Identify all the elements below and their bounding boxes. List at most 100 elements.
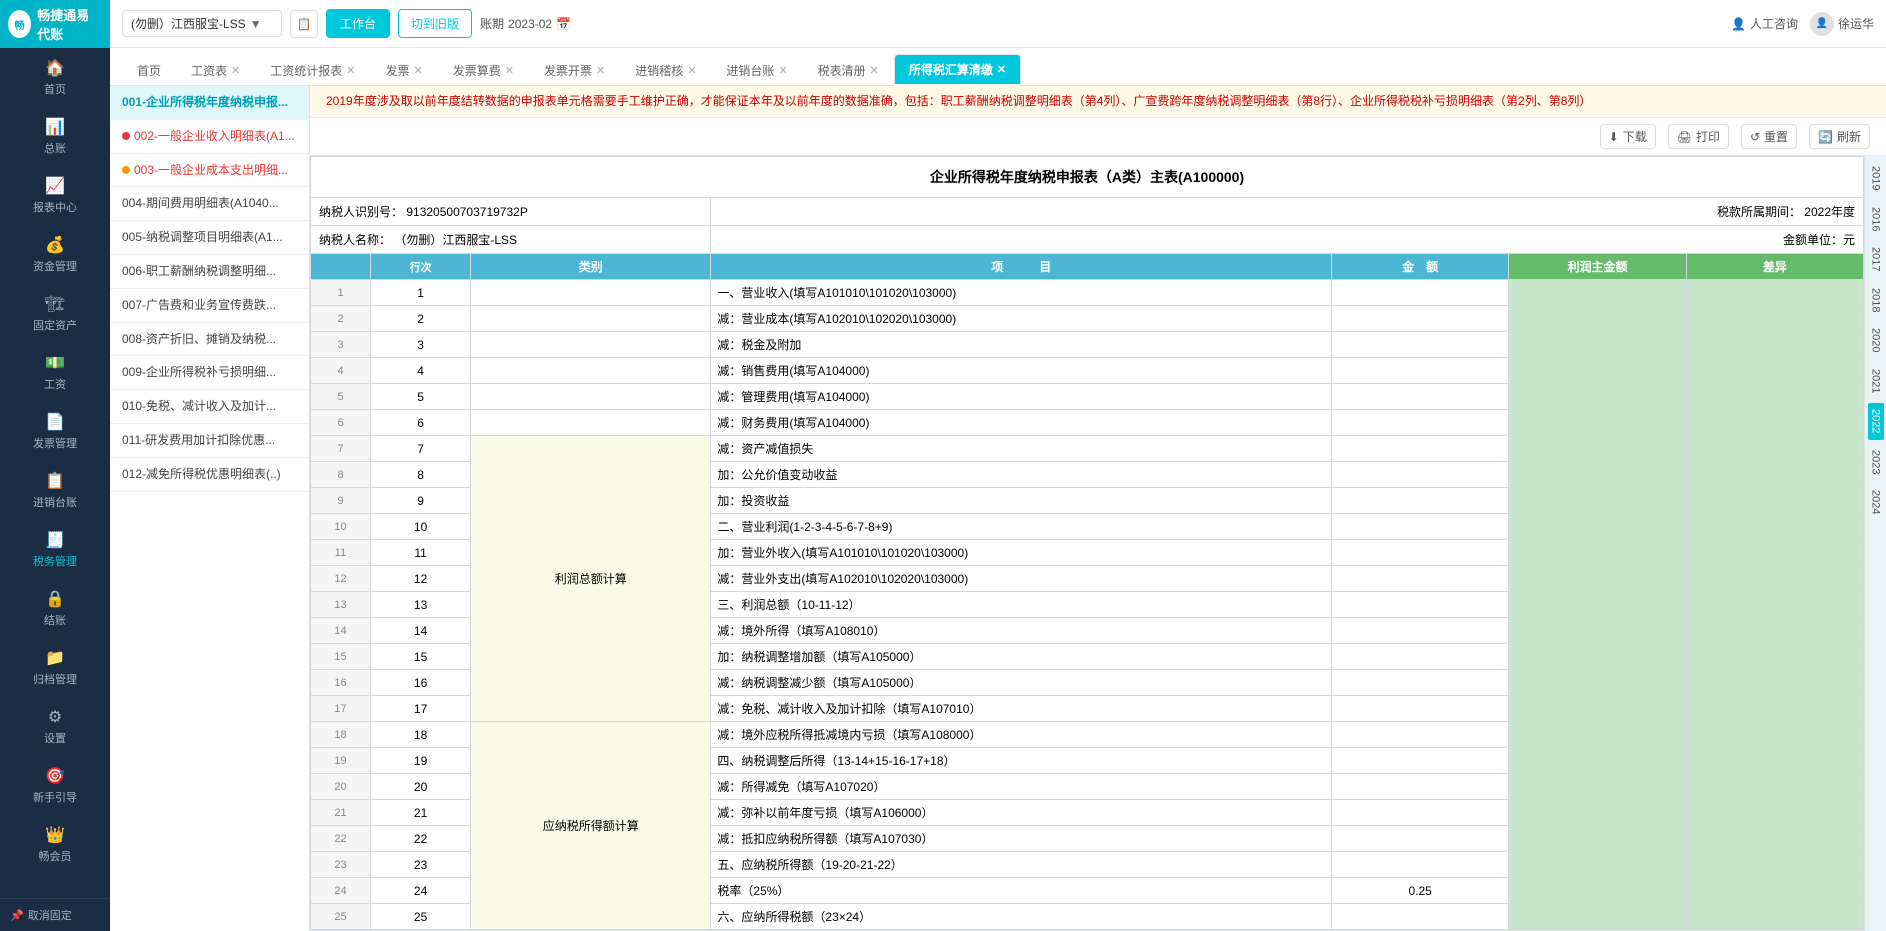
tab-close-icon[interactable]: ✕: [870, 64, 879, 77]
tab-所得税汇算清缴[interactable]: 所得税汇算清缴 ✕: [894, 54, 1021, 86]
tab-close-icon[interactable]: ✕: [505, 64, 514, 77]
sidebar-item-unpin[interactable]: 📌 取消固定: [0, 899, 110, 931]
amount-2[interactable]: [1332, 306, 1509, 332]
sidebar-item-home[interactable]: 🏠 首页: [0, 48, 110, 107]
amount-19[interactable]: [1332, 748, 1509, 774]
company-selector[interactable]: (勿删）江西服宝-LSS ▼: [122, 10, 282, 37]
amount-4[interactable]: [1332, 358, 1509, 384]
amount-11[interactable]: [1332, 540, 1509, 566]
sidebar-item-archive[interactable]: 📁 归档管理: [0, 638, 110, 697]
seq-23: 23: [371, 852, 471, 878]
reset-button[interactable]: ↺ 重置: [1741, 124, 1797, 149]
left-panel-item-008[interactable]: 008-资产折旧、摊销及纳税...: [110, 323, 309, 357]
tab-发票开票[interactable]: 发票开票 ✕: [529, 55, 620, 85]
sidebar-item-member[interactable]: 👑 畅会员: [0, 815, 110, 874]
year-btn-2017[interactable]: 2017: [1868, 241, 1884, 277]
year-btn-2021[interactable]: 2021: [1868, 363, 1884, 399]
sidebar-item-closing[interactable]: 🔒 结账: [0, 579, 110, 638]
tab-税表清册[interactable]: 税表清册 ✕: [803, 55, 894, 85]
left-panel-item-005[interactable]: 005-纳税调整项目明细表(A1...: [110, 221, 309, 255]
amount-8[interactable]: [1332, 462, 1509, 488]
amount-24[interactable]: 0.25: [1332, 878, 1509, 904]
amount-22[interactable]: [1332, 826, 1509, 852]
support-area[interactable]: 👤 人工咨询: [1731, 15, 1798, 32]
sidebar-item-salary[interactable]: 💵 工资: [0, 343, 110, 402]
user-name: 徐运华: [1838, 15, 1874, 32]
tab-发票算费[interactable]: 发票算费 ✕: [438, 55, 529, 85]
amount-20[interactable]: [1332, 774, 1509, 800]
salary-icon: 💵: [45, 353, 65, 373]
left-panel-item-012[interactable]: 012-减免所得税优惠明细表(..): [110, 458, 309, 492]
user-area[interactable]: 👤 徐运华: [1810, 12, 1874, 36]
amount-18[interactable]: [1332, 722, 1509, 748]
workbench-button[interactable]: 工作台: [326, 9, 390, 38]
sidebar-item-tax[interactable]: 🧾 税务管理: [0, 520, 110, 579]
amount-9[interactable]: [1332, 488, 1509, 514]
print-button[interactable]: 🖨 打印: [1668, 124, 1729, 149]
table-row: 55减：管理费用(填写A104000): [311, 384, 1864, 410]
item-2: 减：营业成本(填写A102010\102020\103000): [711, 306, 1332, 332]
amount-5[interactable]: [1332, 384, 1509, 410]
old-version-button[interactable]: 切到旧版: [398, 9, 472, 38]
tab-close-icon[interactable]: ✕: [687, 64, 696, 77]
amount-3[interactable]: [1332, 332, 1509, 358]
sidebar-item-asset[interactable]: 🏗 固定资产: [0, 284, 110, 343]
amount-14[interactable]: [1332, 618, 1509, 644]
tab-工资表[interactable]: 工资表 ✕: [176, 55, 255, 85]
sidebar-item-capital[interactable]: 💰 资金管理: [0, 225, 110, 284]
year-btn-2018[interactable]: 2018: [1868, 282, 1884, 318]
item-19: 四、纳税调整后所得（13-14+15-16-17+18）: [711, 748, 1332, 774]
tab-发票[interactable]: 发票 ✕: [370, 55, 437, 85]
sidebar-label-tax: 税务管理: [33, 553, 77, 569]
amount-13[interactable]: [1332, 592, 1509, 618]
left-panel-item-010[interactable]: 010-免税、减计收入及加计...: [110, 390, 309, 424]
member-icon: 👑: [45, 825, 65, 845]
tab-首页[interactable]: 首页: [122, 55, 176, 85]
sidebar-item-invoice[interactable]: 📄 发票管理: [0, 402, 110, 461]
year-btn-2016[interactable]: 2016: [1868, 201, 1884, 237]
year-btn-2023[interactable]: 2023: [1868, 444, 1884, 480]
left-panel-item-003[interactable]: 003-一般企业成本支出明细...: [110, 154, 309, 188]
left-panel-item-001[interactable]: 001-企业所得税年度纳税申报...: [110, 86, 309, 120]
tab-进销台账[interactable]: 进销台账 ✕: [711, 55, 802, 85]
refresh-label: 刷新: [1837, 128, 1861, 145]
amount-6[interactable]: [1332, 410, 1509, 436]
archive-icon: 📁: [45, 648, 65, 668]
amount-1[interactable]: [1332, 280, 1509, 306]
tab-工资统计报表[interactable]: 工资统计报表 ✕: [255, 55, 370, 85]
left-panel-item-007[interactable]: 007-广告费和业务宣传费跌...: [110, 289, 309, 323]
left-panel-item-002[interactable]: 002-一般企业收入明细表(A1...: [110, 120, 309, 154]
amount-23[interactable]: [1332, 852, 1509, 878]
amount-7[interactable]: [1332, 436, 1509, 462]
amount-25[interactable]: [1332, 904, 1509, 930]
tab-close-icon[interactable]: ✕: [997, 63, 1006, 76]
tab-close-icon[interactable]: ✕: [778, 64, 787, 77]
left-panel-item-011[interactable]: 011-研发费用加计扣除优惠...: [110, 424, 309, 458]
left-panel-item-009[interactable]: 009-企业所得税补亏损明细...: [110, 356, 309, 390]
refresh-button[interactable]: 🔄 刷新: [1809, 124, 1870, 149]
left-panel-item-006[interactable]: 006-职工薪酬纳税调整明细...: [110, 255, 309, 289]
amount-12[interactable]: [1332, 566, 1509, 592]
tab-close-icon[interactable]: ✕: [231, 64, 240, 77]
sidebar-item-ledger[interactable]: 📊 总账: [0, 107, 110, 166]
tab-close-icon[interactable]: ✕: [414, 64, 423, 77]
year-btn-2022[interactable]: 2022: [1868, 403, 1884, 439]
sidebar-item-settings[interactable]: ⚙ 设置: [0, 697, 110, 756]
tab-close-icon[interactable]: ✕: [596, 64, 605, 77]
sidebar-item-report[interactable]: 📈 报表中心: [0, 166, 110, 225]
tab-进销稽核[interactable]: 进销稽核 ✕: [620, 55, 711, 85]
amount-16[interactable]: [1332, 670, 1509, 696]
sidebar-item-guide[interactable]: 🎯 新手引导: [0, 756, 110, 815]
download-button[interactable]: ⬇ 下载: [1600, 124, 1656, 149]
sidebar-item-purchases[interactable]: 📋 进销台账: [0, 461, 110, 520]
amount-15[interactable]: [1332, 644, 1509, 670]
year-btn-2020[interactable]: 2020: [1868, 322, 1884, 358]
amount-17[interactable]: [1332, 696, 1509, 722]
document-icon-btn[interactable]: 📋: [290, 10, 318, 38]
amount-10[interactable]: [1332, 514, 1509, 540]
year-btn-2024[interactable]: 2024: [1868, 484, 1884, 520]
year-btn-2019[interactable]: 2019: [1868, 160, 1884, 196]
left-panel-item-004[interactable]: 004-期间费用明细表(A1040...: [110, 187, 309, 221]
amount-21[interactable]: [1332, 800, 1509, 826]
tab-close-icon[interactable]: ✕: [346, 64, 355, 77]
